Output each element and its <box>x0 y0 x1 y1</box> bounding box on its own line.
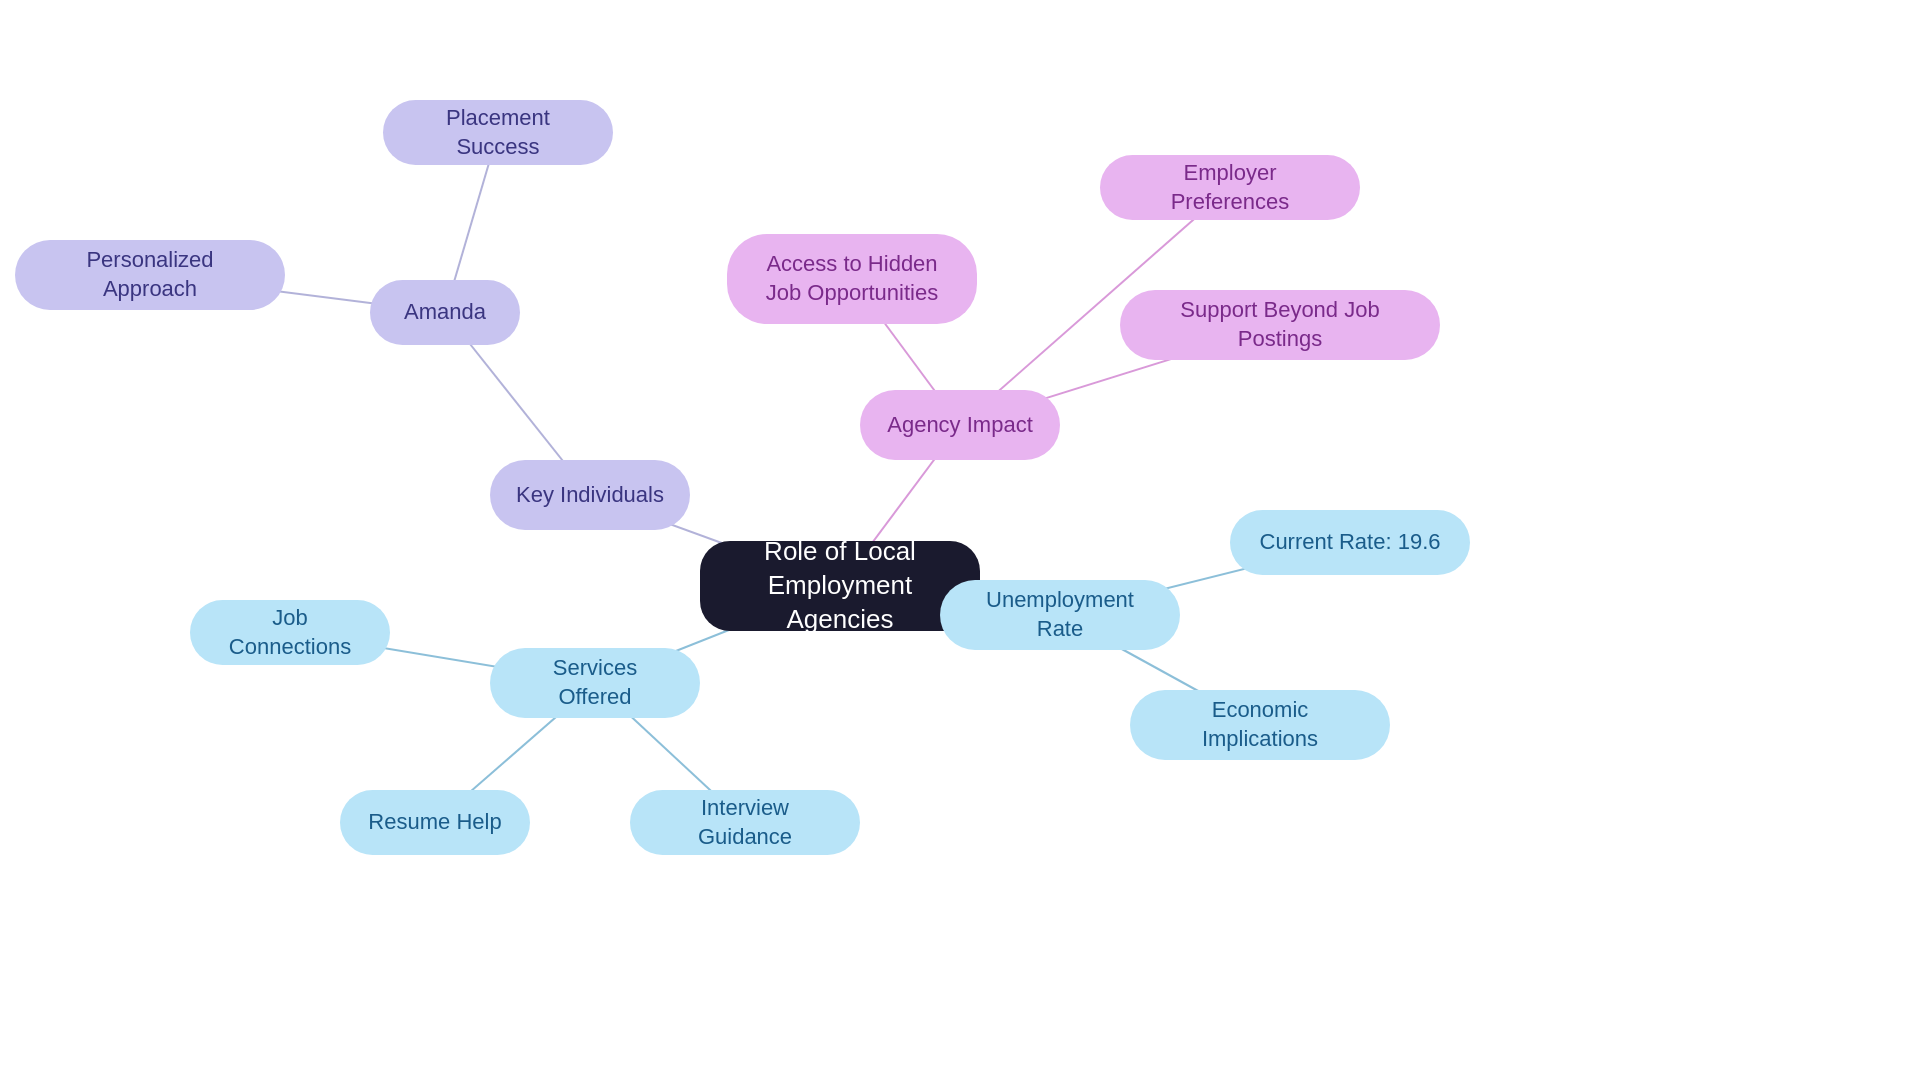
interview-guidance-label: Interview Guidance <box>654 794 836 851</box>
personalized-approach-label: Personalized Approach <box>39 246 261 303</box>
current-rate-label: Current Rate: 19.6 <box>1260 528 1441 557</box>
economic-implications-node[interactable]: Economic Implications <box>1130 690 1390 760</box>
unemployment-rate-label: Unemployment Rate <box>964 586 1156 643</box>
job-connections-label: Job Connections <box>214 604 366 661</box>
resume-help-node[interactable]: Resume Help <box>340 790 530 855</box>
current-rate-node[interactable]: Current Rate: 19.6 <box>1230 510 1470 575</box>
center-node[interactable]: Role of Local Employment Agencies <box>700 541 980 631</box>
services-offered-label: Services Offered <box>514 654 676 711</box>
access-hidden-jobs-node[interactable]: Access to Hidden Job Opportunities <box>727 234 977 324</box>
agency-impact-node[interactable]: Agency Impact <box>860 390 1060 460</box>
amanda-node[interactable]: Amanda <box>370 280 520 345</box>
unemployment-rate-node[interactable]: Unemployment Rate <box>940 580 1180 650</box>
services-offered-node[interactable]: Services Offered <box>490 648 700 718</box>
economic-implications-label: Economic Implications <box>1154 696 1366 753</box>
access-hidden-jobs-label: Access to Hidden Job Opportunities <box>751 250 953 307</box>
employer-preferences-node[interactable]: Employer Preferences <box>1100 155 1360 220</box>
interview-guidance-node[interactable]: Interview Guidance <box>630 790 860 855</box>
employer-preferences-label: Employer Preferences <box>1124 159 1336 216</box>
support-beyond-node[interactable]: Support Beyond Job Postings <box>1120 290 1440 360</box>
job-connections-node[interactable]: Job Connections <box>190 600 390 665</box>
center-node-label: Role of Local Employment Agencies <box>724 535 956 636</box>
support-beyond-label: Support Beyond Job Postings <box>1144 296 1416 353</box>
personalized-approach-node[interactable]: Personalized Approach <box>15 240 285 310</box>
key-individuals-node[interactable]: Key Individuals <box>490 460 690 530</box>
placement-success-label: Placement Success <box>407 104 589 161</box>
placement-success-node[interactable]: Placement Success <box>383 100 613 165</box>
amanda-label: Amanda <box>404 298 486 327</box>
agency-impact-label: Agency Impact <box>887 411 1033 440</box>
resume-help-label: Resume Help <box>368 808 501 837</box>
key-individuals-label: Key Individuals <box>516 481 664 510</box>
